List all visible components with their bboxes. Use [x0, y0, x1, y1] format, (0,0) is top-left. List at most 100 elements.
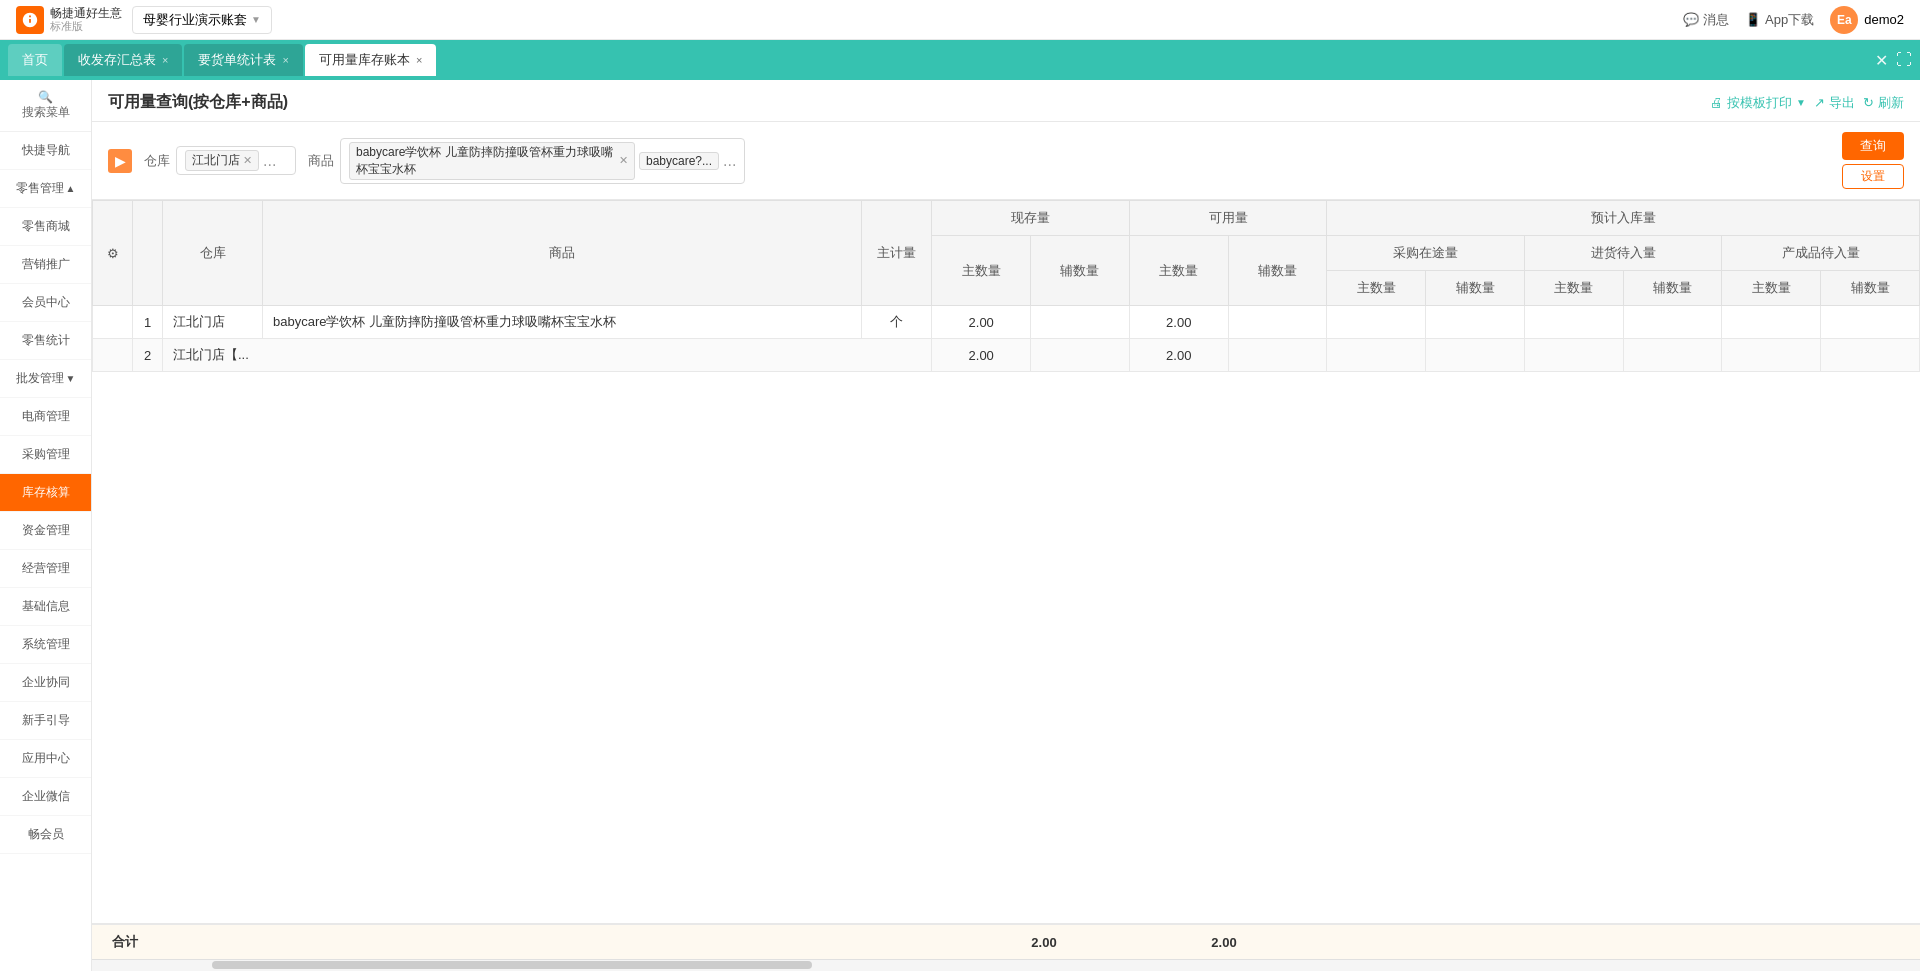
sidebar-item-finance[interactable]: 资金管理	[0, 512, 91, 550]
product-label: 商品	[308, 152, 334, 170]
cell-gear	[93, 306, 133, 339]
sidebar-item-retail-store[interactable]: 零售商城	[0, 208, 91, 246]
subtotal-avail-main: 2.00	[1129, 339, 1228, 372]
tab-home[interactable]: 首页	[8, 44, 62, 76]
warehouse-filter-input[interactable]: 江北门店 ✕ ...	[176, 146, 296, 175]
horizontal-scrollbar[interactable]	[92, 959, 1920, 971]
main-layout: 🔍 搜索菜单 快捷导航 零售管理 ▲ 零售商城 营销推广 会员中心 零售统计 批…	[0, 80, 1920, 971]
cell-p-sub	[1426, 306, 1525, 339]
refresh-button[interactable]: ↻ 刷新	[1863, 94, 1904, 112]
cell-pp-sub	[1623, 306, 1722, 339]
subtotal-prod-sub	[1821, 339, 1920, 372]
sidebar-item-new-guide[interactable]: 新手引导	[0, 702, 91, 740]
subtotal-stock-sub	[1031, 339, 1130, 372]
subtotal-label: 江北门店【...	[163, 339, 932, 372]
export-button[interactable]: ↗ 导出	[1814, 94, 1855, 112]
subtotal-avail-sub	[1228, 339, 1327, 372]
subtotal-pp-sub	[1623, 339, 1722, 372]
nav-right-icons: ✕ ⛶	[1875, 51, 1912, 70]
th-available-group: 可用量	[1129, 201, 1327, 236]
close-icon[interactable]: ×	[282, 54, 288, 66]
settings-button[interactable]: 设置	[1842, 164, 1904, 189]
gear-icon[interactable]: ⚙	[107, 246, 119, 261]
content-area: 可用量查询(按仓库+商品) 🖨 按模板打印 ▼ ↗ 导出 ↻ 刷新 ▶	[92, 80, 1920, 971]
th-stock-main: 主数量	[932, 236, 1031, 306]
sidebar-item-operations[interactable]: 经营管理	[0, 550, 91, 588]
sidebar-item-system[interactable]: 系统管理	[0, 626, 91, 664]
cell-num: 1	[133, 306, 163, 339]
message-icon: 💬	[1683, 12, 1699, 27]
chevron-up-icon: ▲	[66, 183, 76, 194]
top-bar: 畅捷通好生意 标准版 母婴行业演示账套 ▼ 💬 消息 📱 App下载 Ea de…	[0, 0, 1920, 40]
industry-select[interactable]: 母婴行业演示账套 ▼	[132, 6, 272, 34]
message-button[interactable]: 💬 消息	[1683, 11, 1729, 29]
subtotal-stock-main: 2.00	[932, 339, 1031, 372]
query-button[interactable]: 查询	[1842, 132, 1904, 160]
sidebar-item-members[interactable]: 会员中心	[0, 284, 91, 322]
sidebar-item-member-plus[interactable]: 畅会员	[0, 816, 91, 854]
footer-avail-main: 2.00	[1179, 935, 1269, 950]
sidebar-item-enterprise-collab[interactable]: 企业协同	[0, 664, 91, 702]
cell-avail-main: 2.00	[1129, 306, 1228, 339]
product-more-icon[interactable]: ...	[723, 152, 736, 170]
remove-warehouse-tag-icon[interactable]: ✕	[243, 154, 252, 167]
th-main-unit: 主计量	[862, 201, 932, 306]
subtotal-p-sub	[1426, 339, 1525, 372]
app-download-button[interactable]: 📱 App下载	[1745, 11, 1814, 29]
logo-area: 畅捷通好生意 标准版	[16, 6, 122, 34]
sidebar-item-wholesale-mgmt[interactable]: 批发管理 ▼	[0, 360, 91, 398]
filter-toggle-button[interactable]: ▶	[108, 149, 132, 173]
chevron-down-icon: ▼	[66, 373, 76, 384]
sidebar-item-purchase[interactable]: 采购管理	[0, 436, 91, 474]
remove-product-tag1-icon[interactable]: ✕	[619, 154, 628, 167]
cell-prod-sub	[1821, 306, 1920, 339]
search-icon: 🔍	[38, 90, 53, 104]
sidebar-item-inventory[interactable]: 库存核算	[0, 474, 91, 512]
print-button[interactable]: 🖨 按模板打印 ▼	[1710, 94, 1806, 112]
sidebar-item-marketing[interactable]: 营销推广	[0, 246, 91, 284]
cell-avail-sub	[1228, 306, 1327, 339]
sidebar-item-app-center[interactable]: 应用中心	[0, 740, 91, 778]
cell-p-main	[1327, 306, 1426, 339]
avatar: Ea	[1830, 6, 1858, 34]
sidebar-item-retail-mgmt[interactable]: 零售管理 ▲	[0, 170, 91, 208]
tab-receive-summary[interactable]: 收发存汇总表 ×	[64, 44, 182, 76]
close-window-icon[interactable]: ✕	[1875, 51, 1888, 70]
sidebar-item-quick-nav[interactable]: 快捷导航	[0, 132, 91, 170]
th-current-stock-group: 现存量	[932, 201, 1130, 236]
tab-available-stock[interactable]: 可用量库存账本 ×	[305, 44, 436, 76]
th-forecast-group: 预计入库量	[1327, 201, 1920, 236]
close-icon[interactable]: ×	[416, 54, 422, 66]
page-actions: 🖨 按模板打印 ▼ ↗ 导出 ↻ 刷新	[1710, 94, 1904, 112]
th-purchase-pending-group: 进货待入量	[1524, 236, 1722, 271]
tab-order-stats[interactable]: 要货单统计表 ×	[184, 44, 302, 76]
sidebar-item-basic-info[interactable]: 基础信息	[0, 588, 91, 626]
th-avail-main: 主数量	[1129, 236, 1228, 306]
nav-tabs: 首页 收发存汇总表 × 要货单统计表 × 可用量库存账本 × ✕ ⛶	[0, 40, 1920, 80]
warehouse-tag: 江北门店 ✕	[185, 150, 259, 171]
th-product: 商品	[263, 201, 862, 306]
warehouse-filter-group: 仓库 江北门店 ✕ ...	[144, 146, 296, 175]
scrollbar-thumb[interactable]	[212, 961, 812, 969]
sidebar-item-enterprise-wechat[interactable]: 企业微信	[0, 778, 91, 816]
print-icon: 🖨	[1710, 95, 1723, 110]
cell-stock-main: 2.00	[932, 306, 1031, 339]
th-pp-sub: 辅数量	[1623, 271, 1722, 306]
filter-bar: ▶ 仓库 江北门店 ✕ ... 商品 babycare学饮杯 儿童防摔防撞吸管杯…	[92, 122, 1920, 200]
th-prod-main: 主数量	[1722, 271, 1821, 306]
dropdown-arrow-icon: ▼	[1796, 97, 1806, 108]
sidebar: 🔍 搜索菜单 快捷导航 零售管理 ▲ 零售商城 营销推广 会员中心 零售统计 批…	[0, 80, 92, 971]
sidebar-item-ecommerce[interactable]: 电商管理	[0, 398, 91, 436]
maximize-icon[interactable]: ⛶	[1896, 51, 1912, 69]
th-pp-main: 主数量	[1524, 271, 1623, 306]
product-filter-input[interactable]: babycare学饮杯 儿童防摔防撞吸管杯重力球吸嘴杯宝宝水杯 ✕ babyca…	[340, 138, 745, 184]
logo-icon	[16, 6, 44, 34]
close-icon[interactable]: ×	[162, 54, 168, 66]
th-gear: ⚙	[93, 201, 133, 306]
user-menu[interactable]: Ea demo2	[1830, 6, 1904, 34]
sidebar-item-retail-stats[interactable]: 零售统计	[0, 322, 91, 360]
sidebar-search[interactable]: 🔍 搜索菜单	[0, 80, 91, 132]
page-title: 可用量查询(按仓库+商品)	[108, 92, 288, 113]
th-purchase-transit-group: 采购在途量	[1327, 236, 1525, 271]
warehouse-more-icon[interactable]: ...	[263, 152, 276, 170]
